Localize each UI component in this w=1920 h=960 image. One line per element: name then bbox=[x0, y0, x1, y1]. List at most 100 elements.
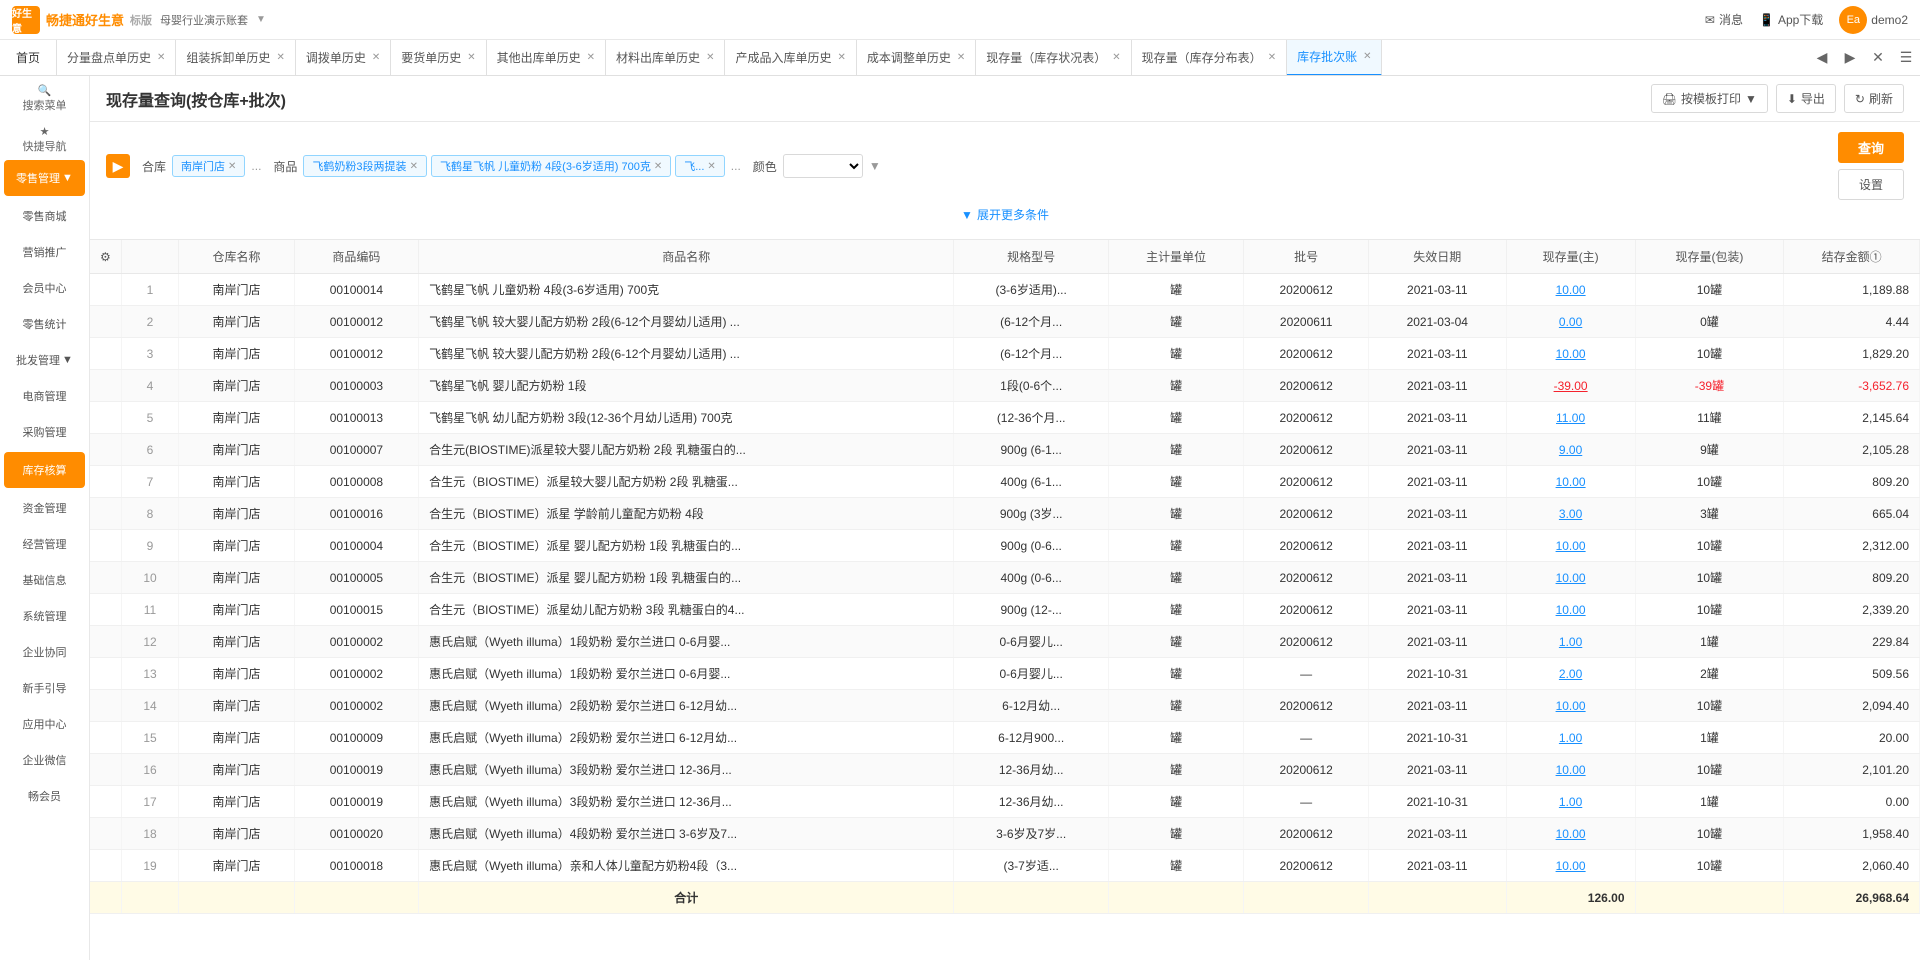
sidebar-item-app-center[interactable]: 应用中心 bbox=[0, 706, 89, 742]
tab-chenben[interactable]: 成本调整单历史 ✕ bbox=[857, 40, 976, 76]
sidebar-item-basic[interactable]: 基础信息 bbox=[0, 562, 89, 598]
sidebar-item-management[interactable]: 经营管理 bbox=[0, 526, 89, 562]
app-download-button[interactable]: 📱 App下载 bbox=[1759, 11, 1823, 28]
message-button[interactable]: ✉ 消息 bbox=[1705, 11, 1743, 28]
td-batch: 20200612 bbox=[1244, 434, 1368, 466]
td-qty-main[interactable]: 2.00 bbox=[1506, 658, 1635, 690]
tab-diaobo[interactable]: 调拨单历史 ✕ bbox=[296, 40, 391, 76]
filter-toggle-button[interactable]: ▶ bbox=[106, 154, 130, 178]
td-unit: 罐 bbox=[1108, 306, 1244, 338]
tab-chanchenpin[interactable]: 产成品入库单历史 ✕ bbox=[725, 40, 856, 76]
tab-home[interactable]: 首页 bbox=[0, 40, 57, 76]
export-button[interactable]: ⬇ 导出 bbox=[1776, 84, 1836, 113]
td-qty-main[interactable]: 10.00 bbox=[1506, 818, 1635, 850]
tab-close-4[interactable]: ✕ bbox=[587, 52, 595, 63]
td-qty-main[interactable]: 1.00 bbox=[1506, 786, 1635, 818]
tab-close-6[interactable]: ✕ bbox=[837, 52, 845, 63]
sidebar-search[interactable]: 🔍 搜索菜单 bbox=[0, 76, 89, 121]
tab-fenliang[interactable]: 分量盘点单历史 ✕ bbox=[57, 40, 176, 76]
tab-xiancunliang2[interactable]: 现存量（库存分布表） ✕ bbox=[1132, 40, 1287, 76]
td-qty-main[interactable]: 10.00 bbox=[1506, 850, 1635, 882]
td-qty-main[interactable]: 0.00 bbox=[1506, 306, 1635, 338]
td-qty-main[interactable]: 10.00 bbox=[1506, 594, 1635, 626]
td-qty-main[interactable]: 11.00 bbox=[1506, 402, 1635, 434]
tab-cailiao[interactable]: 材料出库单历史 ✕ bbox=[606, 40, 725, 76]
tab-menu-button[interactable]: ☰ bbox=[1892, 44, 1920, 72]
td-qty-main[interactable]: 9.00 bbox=[1506, 434, 1635, 466]
sidebar-item-enterprise[interactable]: 企业协同 bbox=[0, 634, 89, 670]
filter-product-tag-1[interactable]: 飞鹤奶粉3段两提装 ✕ bbox=[303, 155, 427, 177]
td-qty-main[interactable]: 1.00 bbox=[1506, 722, 1635, 754]
tab-zuzhuang[interactable]: 组装拆卸单历史 ✕ bbox=[176, 40, 295, 76]
td-qty-main[interactable]: 1.00 bbox=[1506, 626, 1635, 658]
settings-icon[interactable]: ⚙ bbox=[100, 250, 111, 264]
sidebar-item-mall[interactable]: 零售商城 bbox=[0, 198, 89, 234]
sidebar-item-marketing[interactable]: 营销推广 bbox=[0, 234, 89, 270]
sidebar-item-wechat[interactable]: 企业微信 bbox=[0, 742, 89, 778]
sidebar-item-retail[interactable]: 零售管理 ▼ bbox=[4, 160, 85, 196]
product-tag-1-close[interactable]: ✕ bbox=[410, 161, 418, 172]
table-row: 15 南岸门店 00100009 惠氏启赋（Wyeth illuma）2段奶粉 … bbox=[90, 722, 1920, 754]
tab-close-10[interactable]: ✕ bbox=[1363, 51, 1371, 62]
td-qty-main[interactable]: 10.00 bbox=[1506, 466, 1635, 498]
sidebar-item-ecommerce[interactable]: 电商管理 bbox=[0, 378, 89, 414]
td-qty-main[interactable]: 10.00 bbox=[1506, 530, 1635, 562]
td-qty-main[interactable]: 10.00 bbox=[1506, 690, 1635, 722]
tab-close-0[interactable]: ✕ bbox=[157, 52, 165, 63]
td-expiry: 2021-03-11 bbox=[1368, 338, 1506, 370]
td-qty-main[interactable]: 10.00 bbox=[1506, 274, 1635, 306]
sidebar-item-retail-stats[interactable]: 零售统计 bbox=[0, 306, 89, 342]
tab-close-9[interactable]: ✕ bbox=[1268, 52, 1276, 63]
td-batch: 20200612 bbox=[1244, 466, 1368, 498]
td-expiry: 2021-03-11 bbox=[1368, 818, 1506, 850]
filter-warehouse-tag[interactable]: 南岸门店 ✕ bbox=[172, 155, 245, 177]
product-tag-3-close[interactable]: ✕ bbox=[707, 161, 715, 172]
td-qty-main[interactable]: 3.00 bbox=[1506, 498, 1635, 530]
td-name: 惠氏启赋（Wyeth illuma）4段奶粉 爱尔兰进口 3-6岁及7... bbox=[419, 818, 954, 850]
td-amount: 1,958.40 bbox=[1784, 818, 1920, 850]
sidebar-item-system[interactable]: 系统管理 bbox=[0, 598, 89, 634]
print-button[interactable]: 🖨 按模板打印 ▼ bbox=[1651, 84, 1768, 113]
sidebar-item-inventory[interactable]: 库存核算 bbox=[4, 452, 85, 488]
tab-yaohuo[interactable]: 要货单历史 ✕ bbox=[391, 40, 486, 76]
tab-close-8[interactable]: ✕ bbox=[1112, 52, 1120, 63]
filter-warehouse-dots[interactable]: ... bbox=[251, 159, 261, 173]
filter-product-dots[interactable]: ... bbox=[731, 159, 741, 173]
tab-kucun-active[interactable]: 库存批次账 ✕ bbox=[1287, 40, 1382, 76]
tab-close-3[interactable]: ✕ bbox=[467, 52, 475, 63]
filter-color-select[interactable] bbox=[783, 154, 863, 178]
td-qty-main[interactable]: 10.00 bbox=[1506, 338, 1635, 370]
td-name: 惠氏启赋（Wyeth illuma）3段奶粉 爱尔兰进口 12-36月... bbox=[419, 754, 954, 786]
sidebar-item-member[interactable]: 会员中心 bbox=[0, 270, 89, 306]
tab-close-5[interactable]: ✕ bbox=[706, 52, 714, 63]
filter-product-tag-3[interactable]: 飞... ✕ bbox=[675, 155, 725, 177]
th-settings[interactable]: ⚙ bbox=[90, 240, 121, 274]
tab-close-all-button[interactable]: ✕ bbox=[1864, 44, 1892, 72]
tab-close-1[interactable]: ✕ bbox=[276, 52, 284, 63]
warehouse-tag-close[interactable]: ✕ bbox=[228, 161, 236, 172]
user-area[interactable]: Ea demo2 bbox=[1839, 6, 1908, 34]
tab-xiancunliang1[interactable]: 现存量（库存状况表） ✕ bbox=[976, 40, 1131, 76]
sidebar-item-purchase[interactable]: 采购管理 bbox=[0, 414, 89, 450]
tab-qitachuku[interactable]: 其他出库单历史 ✕ bbox=[487, 40, 606, 76]
product-tag-2-close[interactable]: ✕ bbox=[654, 161, 662, 172]
td-qty-main[interactable]: 10.00 bbox=[1506, 562, 1635, 594]
sidebar-item-guide[interactable]: 新手引导 bbox=[0, 670, 89, 706]
sidebar-nav[interactable]: ★ 快捷导航 bbox=[0, 121, 89, 158]
sidebar-item-member2[interactable]: 畅会员 bbox=[0, 778, 89, 814]
setting-button[interactable]: 设置 bbox=[1838, 169, 1904, 200]
sidebar-item-finance[interactable]: 资金管理 bbox=[0, 490, 89, 526]
tab-next-button[interactable]: ▶ bbox=[1836, 44, 1864, 72]
td-amount: 20.00 bbox=[1784, 722, 1920, 754]
td-qty-pkg: 11罐 bbox=[1635, 402, 1784, 434]
expand-more-button[interactable]: ▼ 展开更多条件 bbox=[106, 200, 1904, 229]
td-qty-main[interactable]: -39.00 bbox=[1506, 370, 1635, 402]
sidebar-item-wholesale[interactable]: 批发管理 ▼ bbox=[0, 342, 89, 378]
tab-close-7[interactable]: ✕ bbox=[957, 52, 965, 63]
td-qty-main[interactable]: 10.00 bbox=[1506, 754, 1635, 786]
tab-prev-button[interactable]: ◀ bbox=[1808, 44, 1836, 72]
query-button[interactable]: 查询 bbox=[1838, 132, 1904, 163]
tab-close-2[interactable]: ✕ bbox=[372, 52, 380, 63]
refresh-button[interactable]: ↻ 刷新 bbox=[1844, 84, 1904, 113]
filter-product-tag-2[interactable]: 飞鹤星飞帆 儿童奶粉 4段(3-6岁适用) 700克 ✕ bbox=[431, 155, 671, 177]
